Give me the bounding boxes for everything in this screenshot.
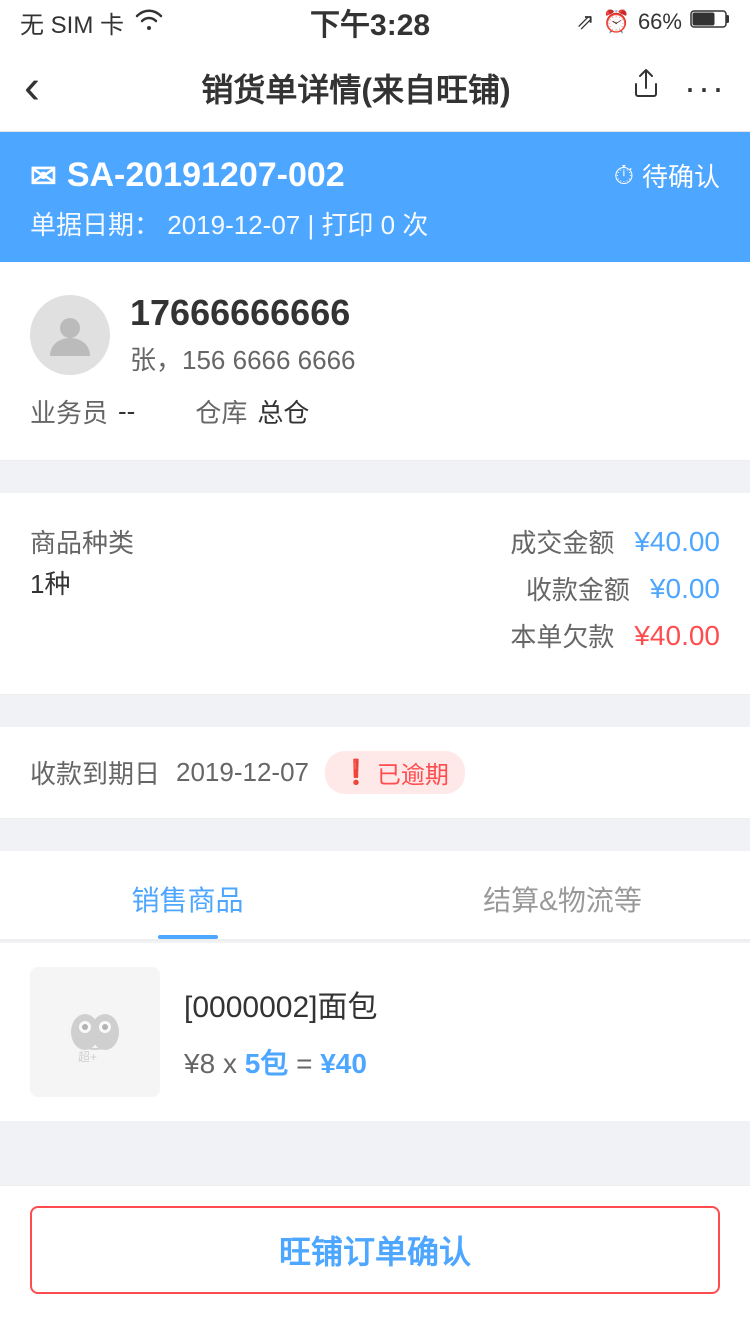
status-left: 无 SIM 卡 xyxy=(20,5,164,40)
more-button[interactable]: ··· xyxy=(684,67,726,109)
quantity: 5包 xyxy=(245,1048,289,1079)
location-icon: ⇗ xyxy=(576,9,594,35)
page-title: 销货单详情(来自旺铺) xyxy=(84,65,628,111)
salesperson-label: 业务员 xyxy=(30,393,108,430)
share-button[interactable] xyxy=(628,66,664,110)
receipt-label: 收款金额 xyxy=(526,570,630,607)
receipt-amount: ¥0.00 xyxy=(650,573,720,605)
clock-icon: ⏱ xyxy=(614,160,634,192)
svg-text:超+: 超+ xyxy=(78,1049,97,1064)
battery-icon xyxy=(690,9,730,35)
customer-section: 17666666666 张，156 6666 6666 业务员 -- 仓库 总仓 xyxy=(0,262,750,461)
confirm-order-button[interactable]: 旺铺订单确认 xyxy=(30,1206,720,1294)
overdue-text: 已逾期 xyxy=(377,755,449,790)
time-display: 下午3:28 xyxy=(310,0,430,44)
envelope-icon: ✉ xyxy=(30,157,57,195)
amounts-section: 成交金额 ¥40.00 收款金额 ¥0.00 本单欠款 ¥40.00 xyxy=(510,523,720,664)
due-date-label: 收款到期日 xyxy=(30,754,160,791)
product-type-label: 商品种类 xyxy=(30,523,134,560)
tabs-section: 销售商品 结算&物流等 xyxy=(0,851,750,941)
salesperson-value: -- xyxy=(118,396,135,427)
product-type-value: 1种 xyxy=(30,564,134,601)
status-bar: 无 SIM 卡 下午3:28 ⇗ ⏰ 66% xyxy=(0,0,750,44)
overdue-badge: ❗ 已逾期 xyxy=(325,751,465,794)
wifi-icon xyxy=(134,8,164,37)
customer-info: 17666666666 张，156 6666 6666 xyxy=(130,292,720,377)
carrier-label: 无 SIM 卡 xyxy=(20,5,124,40)
nav-actions: ··· xyxy=(628,66,726,110)
customer-meta: 业务员 -- 仓库 总仓 xyxy=(30,393,720,430)
due-date-section: 收款到期日 2019-12-07 ❗ 已逾期 xyxy=(0,727,750,819)
order-date: 单据日期： 2019-12-07 | 打印 0 次 xyxy=(30,205,720,242)
order-id: ✉ SA-20191207-002 xyxy=(30,156,345,195)
bottom-bar: 旺铺订单确认 xyxy=(0,1185,750,1334)
customer-phone: 17666666666 xyxy=(130,292,720,334)
battery-label: 66% xyxy=(638,9,682,35)
transaction-label: 成交金额 xyxy=(510,523,614,560)
product-thumbnail: 超+ xyxy=(30,967,160,1097)
tab-settlement-logistics[interactable]: 结算&物流等 xyxy=(375,851,750,939)
customer-name: 张，156 6666 6666 xyxy=(130,340,720,377)
total-price: ¥40 xyxy=(320,1048,367,1079)
overdue-alert-icon: ❗ xyxy=(341,758,371,787)
order-header: ✉ SA-20191207-002 ⏱ 待确认 单据日期： 2019-12-07… xyxy=(0,132,750,262)
debt-amount: ¥40.00 xyxy=(634,620,720,652)
warehouse-value: 总仓 xyxy=(257,393,309,430)
product-item: 超+ [0000002]面包 ¥8 x 5包 = ¥40 xyxy=(0,943,750,1121)
alarm-icon: ⏰ xyxy=(603,9,630,35)
debt-label: 本单欠款 xyxy=(510,617,614,654)
tab-sales-products[interactable]: 销售商品 xyxy=(0,851,375,939)
due-date-value: 2019-12-07 xyxy=(176,757,309,788)
summary-section: 商品种类 1种 成交金额 ¥40.00 收款金额 ¥0.00 本单欠款 ¥40.… xyxy=(0,493,750,695)
customer-avatar xyxy=(30,295,110,375)
warehouse-label: 仓库 xyxy=(195,393,247,430)
price-unit: ¥8 xyxy=(184,1048,215,1079)
status-right: ⇗ ⏰ 66% xyxy=(576,9,730,35)
transaction-amount: ¥40.00 xyxy=(634,526,720,558)
nav-bar: ‹ 销货单详情(来自旺铺) ··· xyxy=(0,44,750,132)
back-button[interactable]: ‹ xyxy=(24,60,84,115)
product-info: [0000002]面包 ¥8 x 5包 = ¥40 xyxy=(184,982,720,1082)
product-price: ¥8 x 5包 = ¥40 xyxy=(184,1042,720,1082)
product-name: [0000002]面包 xyxy=(184,982,720,1026)
order-status: ⏱ 待确认 xyxy=(614,157,720,194)
multiply-x: x xyxy=(223,1048,237,1079)
